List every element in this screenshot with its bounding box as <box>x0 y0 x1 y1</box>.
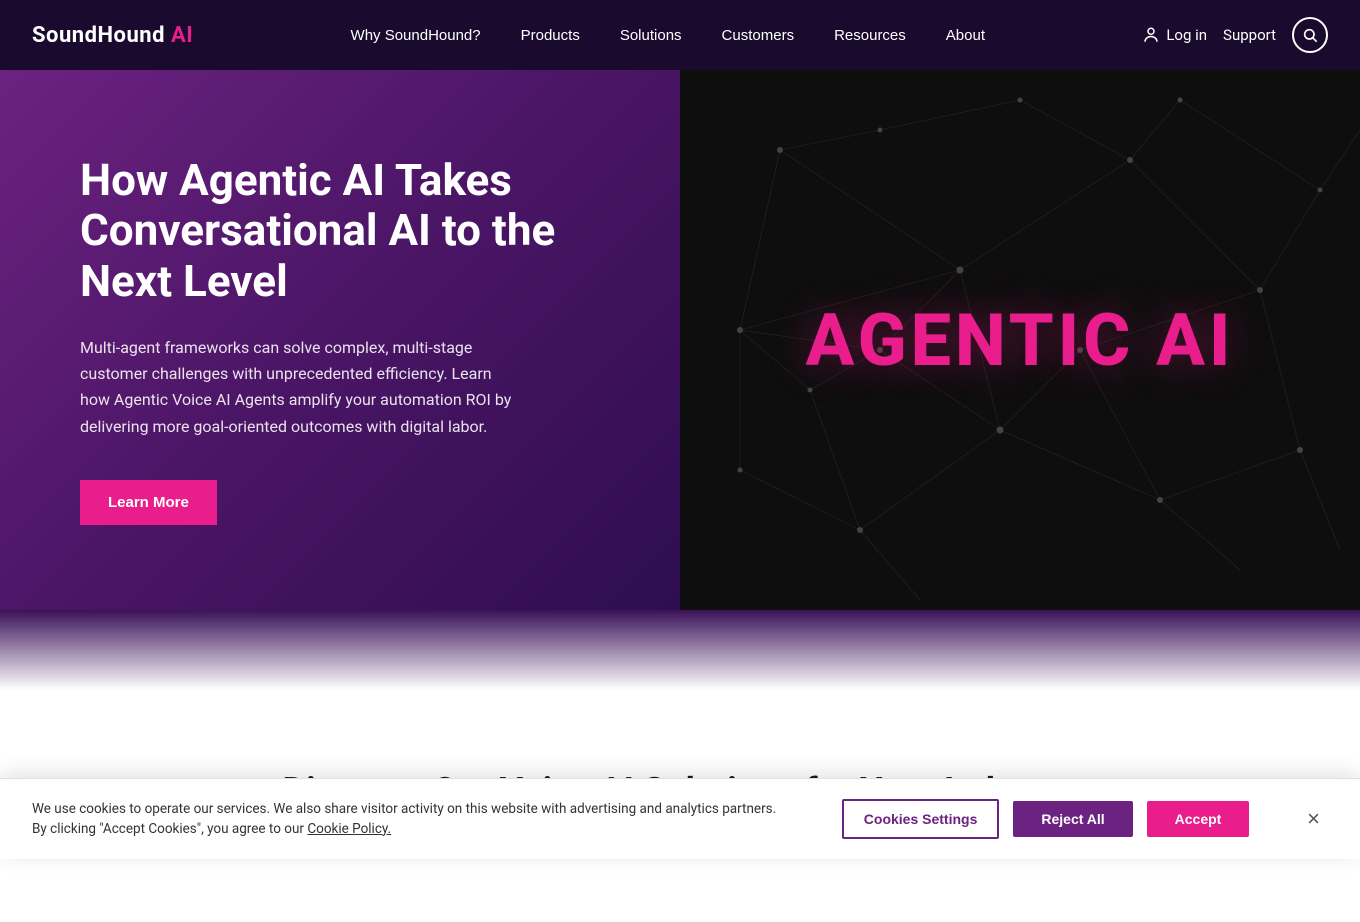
accept-button[interactable]: Accept <box>1147 801 1250 837</box>
login-button[interactable]: Log in <box>1142 26 1207 44</box>
nav-link-customers[interactable]: Customers <box>706 19 811 52</box>
login-label: Log in <box>1166 26 1207 44</box>
cookie-policy-link[interactable]: Cookie Policy. <box>307 821 391 837</box>
nav-link-solutions[interactable]: Solutions <box>604 19 698 52</box>
search-button[interactable] <box>1292 17 1328 53</box>
cookie-actions: Cookies Settings Reject All Accept <box>842 799 1250 839</box>
nav-right: Log in Support <box>1142 17 1328 53</box>
cookie-message: We use cookies to operate our services. … <box>32 799 792 840</box>
navigation: SoundHound AI Why SoundHound? Products S… <box>0 0 1360 70</box>
logo[interactable]: SoundHound AI <box>32 23 193 48</box>
agentic-ai-text: AGENTIC AI <box>806 298 1235 383</box>
nav-link-why-soundhound[interactable]: Why SoundHound? <box>335 19 497 52</box>
nav-link-products[interactable]: Products <box>505 19 596 52</box>
support-link[interactable]: Support <box>1223 26 1276 44</box>
cookie-banner: We use cookies to operate our services. … <box>0 778 1360 860</box>
logo-ai-suffix: AI <box>171 23 193 48</box>
hero-description: Multi-agent frameworks can solve complex… <box>80 335 520 441</box>
below-hero-gradient <box>0 610 1360 690</box>
hero-cta-button[interactable]: Learn More <box>80 480 217 525</box>
nav-link-about[interactable]: About <box>930 19 1001 52</box>
user-icon <box>1142 26 1160 44</box>
hero-content: How Agentic AI Takes Conversational AI t… <box>0 70 680 610</box>
cookie-close-button[interactable]: × <box>1299 804 1328 834</box>
hero-title: How Agentic AI Takes Conversational AI t… <box>80 155 620 307</box>
nav-link-resources[interactable]: Resources <box>818 19 922 52</box>
hero-visual: AGENTIC AI <box>680 70 1360 610</box>
search-icon <box>1302 27 1318 43</box>
reject-all-button[interactable]: Reject All <box>1013 801 1132 837</box>
hero-section: How Agentic AI Takes Conversational AI t… <box>0 70 1360 610</box>
nav-links: Why SoundHound? Products Solutions Custo… <box>335 19 1001 52</box>
logo-text: SoundHound AI <box>32 23 193 48</box>
cookies-settings-button[interactable]: Cookies Settings <box>842 799 1000 839</box>
